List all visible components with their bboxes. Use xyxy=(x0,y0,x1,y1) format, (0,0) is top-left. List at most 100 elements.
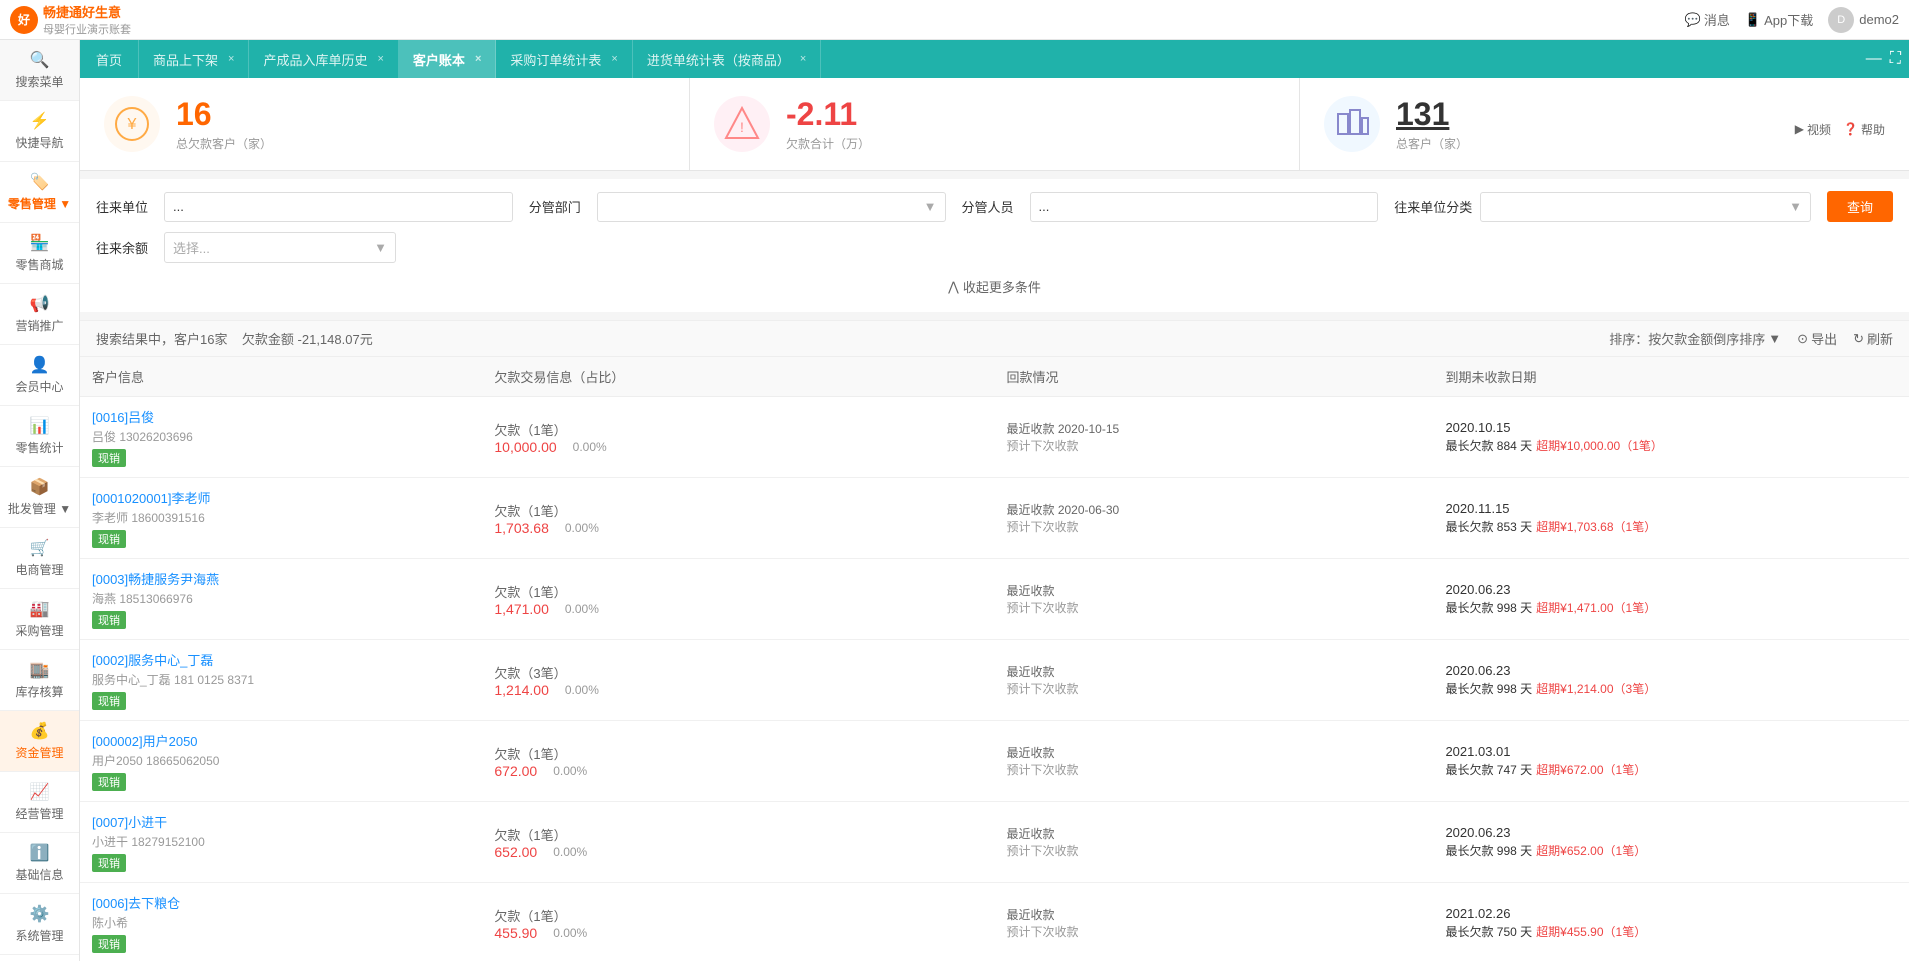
tab-product-shelf[interactable]: 商品上下架 × xyxy=(139,40,249,78)
debt-amount[interactable]: 1,703.68 xyxy=(494,520,549,536)
tab-purchase-product-stats[interactable]: 进货单统计表（按商品） × xyxy=(633,40,821,78)
overdue-link[interactable]: 超期¥1,703.68（1笔） xyxy=(1536,518,1656,535)
sidebar-quick-nav[interactable]: ⚡ 快捷导航 xyxy=(0,101,79,162)
table-row: [0007]小进干 小进干 18279152100 现销 欠款（1笔） 652.… xyxy=(80,802,1909,883)
customer-name-link[interactable]: [0003]畅捷服务尹海燕 xyxy=(92,569,470,588)
person-input[interactable]: ... xyxy=(1030,192,1379,222)
debt-amount[interactable]: 1,214.00 xyxy=(494,682,549,698)
stat-card-total-customers: 131 总客户（家） ▶ 视频 ❓ 帮助 xyxy=(1300,78,1909,170)
tab-purchase-stats[interactable]: 采购订单统计表 × xyxy=(496,40,632,78)
stats-row: ¥ 16 总欠款客户（家） ! xyxy=(80,78,1909,171)
customer-info-cell: [0002]服务中心_丁磊 服务中心_丁磊 181 0125 8371 现销 xyxy=(80,640,482,721)
next-collection: 预计下次收款 xyxy=(1006,599,1421,616)
refresh-btn[interactable]: ↻ 刷新 xyxy=(1853,329,1893,348)
sidebar-item-finance[interactable]: 💰 资金管理 xyxy=(0,711,79,772)
tab-purchase-product-stats-close[interactable]: × xyxy=(800,53,806,65)
overdue-link[interactable]: 超期¥10,000.00（1笔） xyxy=(1536,437,1663,454)
stat-icon-customers: ¥ xyxy=(104,96,160,152)
search-button[interactable]: 查询 xyxy=(1827,191,1893,222)
customer-name-link[interactable]: [0016]吕俊 xyxy=(92,407,470,426)
sidebar-item-member[interactable]: 👤 会员中心 xyxy=(0,345,79,406)
sidebar-item-batch-mgmt[interactable]: 📦 批发管理 ▼ xyxy=(0,467,79,528)
overdue-days: 最长欠款 998 天 xyxy=(1445,842,1532,859)
export-btn[interactable]: ⊙ 导出 xyxy=(1797,329,1837,348)
debt-count: 欠款（1笔） xyxy=(494,582,982,601)
customer-name-link[interactable]: [000002]用户2050 xyxy=(92,731,470,750)
video-btn[interactable]: ▶ 视频 xyxy=(1795,121,1831,138)
overdue-days: 最长欠款 750 天 xyxy=(1445,923,1532,940)
tab-minimize-btn[interactable]: — xyxy=(1866,50,1882,68)
customer-info-cell: [000002]用户2050 用户2050 18665062050 现销 xyxy=(80,721,482,802)
main-layout: 🔍 搜索菜单 ⚡ 快捷导航 🏷️ 零售管理 ▼ 🏪 零售商城 📢 营销推广 👤 xyxy=(0,40,1909,961)
debt-info-cell: 欠款（1笔） 1,703.68 0.00% xyxy=(482,478,994,559)
overdue-link[interactable]: 超期¥455.90（1笔） xyxy=(1536,923,1646,940)
sidebar-item-enterprise[interactable]: 🤝 企业协同 xyxy=(0,955,79,961)
filter-balance: 往来余额 选择... ▼ xyxy=(96,232,396,263)
debt-amount[interactable]: 10,000.00 xyxy=(494,439,556,455)
ecommerce-icon: 🛒 xyxy=(30,538,50,558)
sidebar-item-basic-info[interactable]: ℹ️ 基础信息 xyxy=(0,833,79,894)
overdue-link[interactable]: 超期¥652.00（1笔） xyxy=(1536,842,1646,859)
sidebar-item-retail-stats[interactable]: 📊 零售统计 xyxy=(0,406,79,467)
tab-product-shelf-close[interactable]: × xyxy=(228,53,234,65)
overdue-days: 最长欠款 853 天 xyxy=(1445,518,1532,535)
tab-purchase-stats-label: 采购订单统计表 xyxy=(510,50,601,69)
sidebar-item-marketing[interactable]: 📢 营销推广 xyxy=(0,284,79,345)
table-row: [000002]用户2050 用户2050 18665062050 现销 欠款（… xyxy=(80,721,1909,802)
sidebar-item-system[interactable]: ⚙️ 系统管理 xyxy=(0,894,79,955)
debt-amount[interactable]: 672.00 xyxy=(494,763,537,779)
collapse-row[interactable]: ⋀ 收起更多条件 xyxy=(96,273,1893,300)
customer-name-link[interactable]: [0007]小进干 xyxy=(92,812,470,831)
tab-home[interactable]: 首页 xyxy=(80,40,139,78)
sidebar-item-ecommerce[interactable]: 🛒 电商管理 xyxy=(0,528,79,589)
data-table: 客户信息 欠款交易信息（占比） 回款情况 到期未收款日期 [0016]吕俊 吕俊… xyxy=(80,357,1909,961)
unit-category-select[interactable]: ▼ xyxy=(1480,192,1811,222)
tab-purchase-stats-close[interactable]: × xyxy=(611,53,617,65)
sidebar-item-inventory[interactable]: 🏬 库存核算 xyxy=(0,650,79,711)
tab-customer-account[interactable]: 客户账本 × xyxy=(399,40,496,78)
debt-info-cell: 欠款（1笔） 455.90 0.00% xyxy=(482,883,994,961)
retail-mall-icon: 🏪 xyxy=(30,233,50,253)
sidebar-item-retail-mgmt[interactable]: 🏷️ 零售管理 ▼ xyxy=(0,162,79,223)
filter-person: 分管人员 ... xyxy=(962,192,1379,222)
debt-info-cell: 欠款（3笔） 1,214.00 0.00% xyxy=(482,640,994,721)
sort-label[interactable]: 排序：按欠款金额倒序排序 ▼ xyxy=(1609,329,1781,348)
debt-amount[interactable]: 652.00 xyxy=(494,844,537,860)
tab-product-history-close[interactable]: × xyxy=(377,53,383,65)
due-date: 2020.06.23 xyxy=(1445,663,1897,678)
customer-info-cell: [0016]吕俊 吕俊 13026203696 现销 xyxy=(80,397,482,478)
overdue-link[interactable]: 超期¥1,214.00（3笔） xyxy=(1536,680,1656,697)
balance-select[interactable]: 选择... ▼ xyxy=(164,232,396,263)
sort-arrow-icon: ▼ xyxy=(1768,331,1781,346)
customer-name-link[interactable]: [0006]去下粮仓 xyxy=(92,893,470,912)
tab-customer-account-close[interactable]: × xyxy=(475,53,481,65)
tab-maximize-btn[interactable]: ⛶ xyxy=(1890,50,1901,68)
debt-count: 欠款（1笔） xyxy=(494,744,982,763)
refresh-icon: ↻ xyxy=(1853,331,1864,347)
overdue-link[interactable]: 超期¥672.00（1笔） xyxy=(1536,761,1646,778)
app-download-btn[interactable]: 📱 App下载 xyxy=(1745,10,1813,29)
sidebar-item-purchase[interactable]: 🏭 采购管理 xyxy=(0,589,79,650)
overdue-link[interactable]: 超期¥1,471.00（1笔） xyxy=(1536,599,1656,616)
debt-amount[interactable]: 455.90 xyxy=(494,925,537,941)
dept-select[interactable]: ▼ xyxy=(597,192,946,222)
sidebar-search[interactable]: 🔍 搜索菜单 xyxy=(0,40,79,101)
svg-text:!: ! xyxy=(740,119,744,135)
tab-purchase-product-stats-label: 进货单统计表（按商品） xyxy=(647,50,790,69)
next-collection: 预计下次收款 xyxy=(1006,437,1421,454)
source-unit-input[interactable]: ... xyxy=(164,192,513,222)
user-avatar-area[interactable]: D demo2 xyxy=(1828,7,1899,33)
customer-name-link[interactable]: [0002]服务中心_丁磊 xyxy=(92,650,470,669)
debt-amount[interactable]: 1,471.00 xyxy=(494,601,549,617)
sidebar-item-operation[interactable]: 📈 经营管理 xyxy=(0,772,79,833)
stat-right-actions: ▶ 视频 ❓ 帮助 xyxy=(1795,111,1885,138)
debt-count: 欠款（1笔） xyxy=(494,420,982,439)
help-btn[interactable]: ❓ 帮助 xyxy=(1843,121,1885,138)
message-btn[interactable]: 💬 消息 xyxy=(1685,10,1730,29)
overdue-days: 最长欠款 998 天 xyxy=(1445,599,1532,616)
tab-product-history[interactable]: 产成品入库单历史 × xyxy=(249,40,398,78)
customer-name-link[interactable]: [0001020001]李老师 xyxy=(92,488,470,507)
sidebar-item-retail-mall[interactable]: 🏪 零售商城 xyxy=(0,223,79,284)
customer-phone: 吕俊 13026203696 xyxy=(92,428,470,445)
table-row: [0016]吕俊 吕俊 13026203696 现销 欠款（1笔） 10,000… xyxy=(80,397,1909,478)
